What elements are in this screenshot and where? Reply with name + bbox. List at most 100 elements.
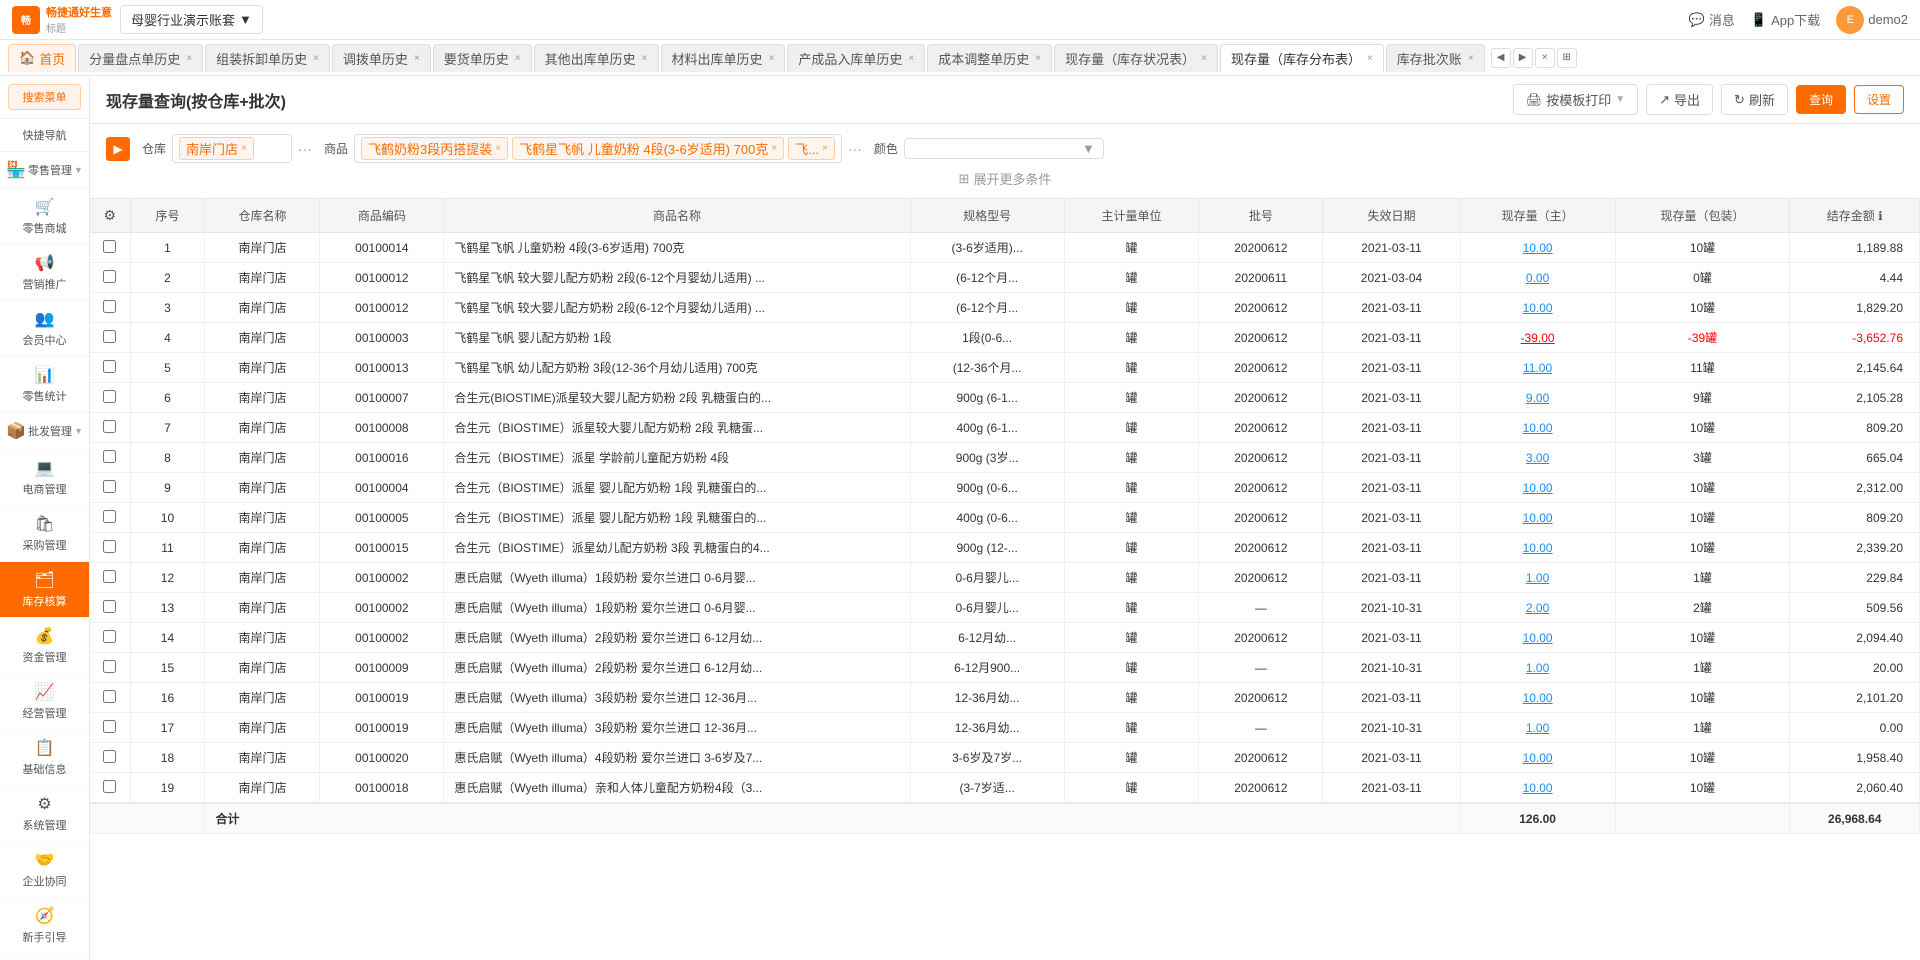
cell-qty-main[interactable]: 10.00 [1460, 473, 1615, 503]
tab-chancheng-ruku[interactable]: 产成品入库单历史 × [787, 44, 925, 72]
cell-checkbox[interactable] [90, 653, 130, 683]
cell-checkbox[interactable] [90, 413, 130, 443]
cell-checkbox[interactable] [90, 263, 130, 293]
tab-fenliangpandian[interactable]: 分量盘点单历史 × [78, 44, 203, 72]
cell-checkbox[interactable] [90, 353, 130, 383]
sidebar-item-member[interactable]: 👥 会员中心 [0, 301, 89, 357]
sidebar-item-guide[interactable]: 🧭 新手引导 [0, 898, 89, 954]
user-profile[interactable]: E demo2 [1836, 6, 1908, 34]
color-filter-input[interactable]: ▼ [904, 138, 1104, 159]
cell-qty-main[interactable]: -39.00 [1460, 323, 1615, 353]
cell-qty-main[interactable]: 10.00 [1460, 623, 1615, 653]
sidebar-item-shop[interactable]: 🛒 零售商城 [0, 189, 89, 245]
close-icon[interactable]: × [1367, 53, 1373, 64]
cell-checkbox[interactable] [90, 473, 130, 503]
cell-qty-main[interactable]: 10.00 [1460, 413, 1615, 443]
tab-xiancunliang-fenbiao[interactable]: 现存量（库存分布表） × [1220, 44, 1384, 72]
close-icon[interactable]: × [313, 53, 319, 64]
cell-qty-main[interactable]: 10.00 [1460, 743, 1615, 773]
export-button[interactable]: ↗ 导出 [1646, 84, 1713, 115]
warehouse-more-icon[interactable]: ··· [298, 141, 312, 157]
remove-warehouse-tag-button[interactable]: × [241, 143, 247, 154]
cell-checkbox[interactable] [90, 443, 130, 473]
row-checkbox[interactable] [103, 390, 116, 403]
row-checkbox[interactable] [103, 240, 116, 253]
row-checkbox[interactable] [103, 690, 116, 703]
cell-qty-main[interactable]: 0.00 [1460, 263, 1615, 293]
cell-checkbox[interactable] [90, 533, 130, 563]
close-icon[interactable]: × [1035, 53, 1041, 64]
tab-zuzhangchaijian[interactable]: 组装拆卸单历史 × [205, 44, 330, 72]
sidebar-item-ecom[interactable]: 💻 电商管理 [0, 450, 89, 506]
sidebar-item-finance[interactable]: 💰 资金管理 [0, 618, 89, 674]
row-checkbox[interactable] [103, 780, 116, 793]
sidebar-item-purchase[interactable]: 🛍 采购管理 [0, 506, 89, 562]
warehouse-filter-input[interactable]: 南岸门店 × [172, 134, 292, 163]
print-button[interactable]: 🖨 按模板打印 ▼ [1513, 84, 1638, 115]
tab-chengben[interactable]: 成本调整单历史 × [927, 44, 1052, 72]
row-checkbox[interactable] [103, 330, 116, 343]
row-checkbox[interactable] [103, 570, 116, 583]
close-icon[interactable]: × [1468, 53, 1474, 64]
row-checkbox[interactable] [103, 480, 116, 493]
sidebar-item-ops[interactable]: 📈 经营管理 [0, 674, 89, 730]
sidebar-item-marketing[interactable]: 📢 营销推广 [0, 245, 89, 301]
row-checkbox[interactable] [103, 360, 116, 373]
cell-checkbox[interactable] [90, 383, 130, 413]
remove-product-tag-button[interactable]: × [822, 143, 828, 154]
tab-xiancunliang-zhuangkuang[interactable]: 现存量（库存状况表） × [1054, 44, 1218, 72]
row-checkbox[interactable] [103, 600, 116, 613]
expand-conditions-button[interactable]: ⊞ 展开更多条件 [959, 169, 1052, 188]
remove-product-tag-button[interactable]: × [771, 143, 777, 154]
sidebar-item-wholesale[interactable]: 📦 批发管理 ▼ [0, 413, 89, 450]
row-checkbox[interactable] [103, 660, 116, 673]
product-filter-input[interactable]: 飞鹤奶粉3段丙搭提装 × 飞鹤星飞帆 儿童奶粉 4段(3-6岁适用) 700克 … [354, 134, 842, 163]
cell-checkbox[interactable] [90, 713, 130, 743]
product-more-icon[interactable]: ··· [848, 141, 862, 157]
cell-qty-main[interactable]: 1.00 [1460, 713, 1615, 743]
nav-next-button[interactable]: ▶ [1513, 48, 1533, 68]
close-icon[interactable]: × [186, 53, 192, 64]
sidebar-item-base[interactable]: 📋 基础信息 [0, 730, 89, 786]
cell-qty-main[interactable]: 10.00 [1460, 533, 1615, 563]
cell-checkbox[interactable] [90, 773, 130, 804]
row-checkbox[interactable] [103, 630, 116, 643]
quick-nav-button[interactable]: 快捷导航 [8, 125, 81, 145]
cell-checkbox[interactable] [90, 563, 130, 593]
cell-qty-main[interactable]: 1.00 [1460, 563, 1615, 593]
close-icon[interactable]: × [769, 53, 775, 64]
tab-home[interactable]: 🏠 首页 [8, 44, 76, 72]
cell-checkbox[interactable] [90, 623, 130, 653]
tab-kucun-pizhang[interactable]: 库存批次账 × [1386, 44, 1485, 72]
cell-qty-main[interactable]: 10.00 [1460, 233, 1615, 263]
row-checkbox[interactable] [103, 720, 116, 733]
row-checkbox[interactable] [103, 450, 116, 463]
cell-qty-main[interactable]: 1.00 [1460, 653, 1615, 683]
industry-select[interactable]: 母婴行业演示账套 ▼ [120, 5, 263, 34]
cell-checkbox[interactable] [90, 233, 130, 263]
row-checkbox[interactable] [103, 420, 116, 433]
cell-checkbox[interactable] [90, 293, 130, 323]
close-icon[interactable]: × [515, 53, 521, 64]
nav-menu-button[interactable]: ⊞ [1557, 48, 1577, 68]
cell-qty-main[interactable]: 10.00 [1460, 293, 1615, 323]
refresh-button[interactable]: ↻ 刷新 [1721, 84, 1788, 115]
close-icon[interactable]: × [642, 53, 648, 64]
cell-qty-main[interactable]: 2.00 [1460, 593, 1615, 623]
nav-prev-button[interactable]: ◀ [1491, 48, 1511, 68]
query-button[interactable]: 查询 [1796, 85, 1846, 114]
app-download-button[interactable]: 📱 App下载 [1751, 10, 1820, 29]
tab-yaohuo[interactable]: 要货单历史 × [433, 44, 532, 72]
cell-checkbox[interactable] [90, 743, 130, 773]
row-checkbox[interactable] [103, 300, 116, 313]
cell-qty-main[interactable]: 10.00 [1460, 503, 1615, 533]
sidebar-item-inventory[interactable]: 🗂 库存核算 [0, 562, 89, 618]
message-button[interactable]: 💬 消息 [1689, 10, 1735, 29]
tab-cailiao-chuku[interactable]: 材料出库单历史 × [661, 44, 786, 72]
row-checkbox[interactable] [103, 750, 116, 763]
sidebar-item-coop[interactable]: 🤝 企业协同 [0, 842, 89, 898]
nav-close-button[interactable]: × [1535, 48, 1555, 68]
row-checkbox[interactable] [103, 540, 116, 553]
close-icon[interactable]: × [414, 53, 420, 64]
cell-checkbox[interactable] [90, 683, 130, 713]
